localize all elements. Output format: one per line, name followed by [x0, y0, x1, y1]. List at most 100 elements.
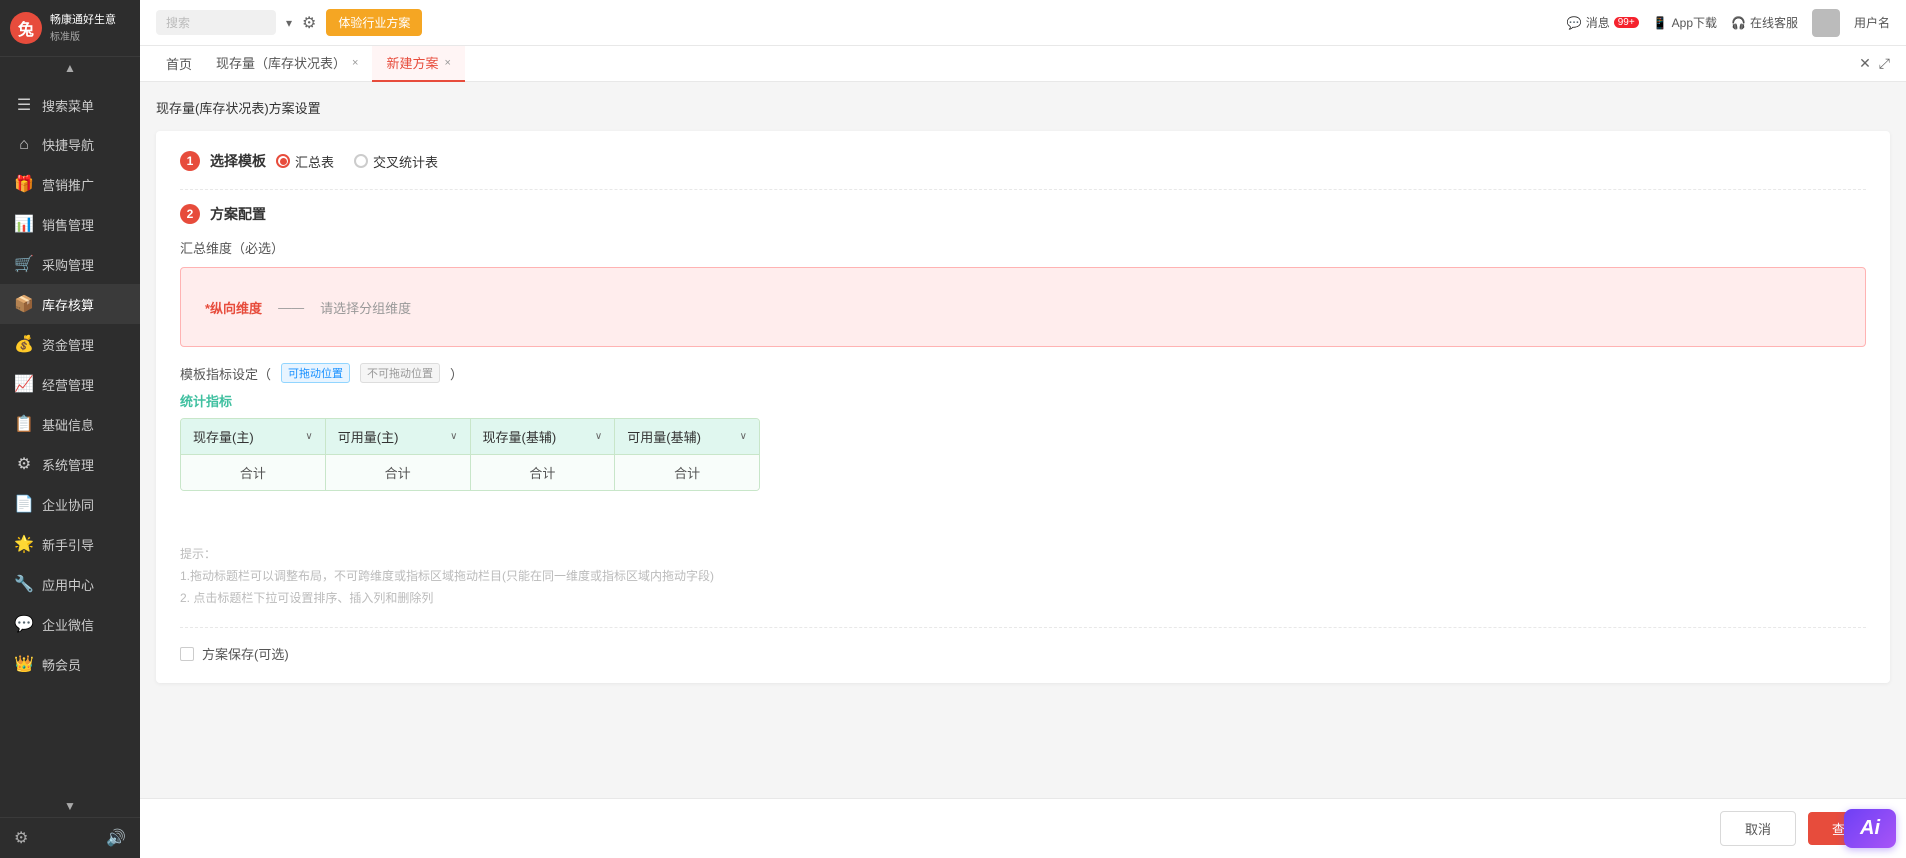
sidebar-item-wechat[interactable]: 💬 企业微信 [0, 604, 140, 644]
dropdown-arrow-icon: ▾ [286, 16, 292, 30]
stat-cell-0: 合计 [181, 455, 326, 490]
scroll-up-btn[interactable]: ▲ [0, 57, 140, 79]
crown-icon: 👑 [14, 654, 34, 674]
stat-col-1[interactable]: 可用量(主) ∨ [326, 419, 471, 454]
main-area: 搜索 ▾ ⚙ 体验行业方案 💬 消息 99+ 📱 App下载 🎧 在线客服 用户… [140, 0, 1906, 858]
dimension-row: *纵向维度 —— 请选择分组维度 [205, 298, 411, 317]
dimension-area[interactable]: *纵向维度 —— 请选择分组维度 [180, 267, 1866, 347]
online-service-btn[interactable]: 🎧 在线客服 [1731, 14, 1798, 31]
cancel-button[interactable]: 取消 [1720, 811, 1796, 846]
stat-col-2[interactable]: 现存量(基辅) ∨ [471, 419, 616, 454]
star-icon: 🌟 [14, 534, 34, 554]
scroll-down-btn[interactable]: ▼ [0, 795, 140, 817]
dimension-placeholder: 请选择分组维度 [320, 298, 411, 317]
box-icon: 📦 [14, 294, 34, 314]
step1-section: 1 选择模板 汇总表 交叉统计表 [180, 151, 1866, 171]
sidebar-item-new-guide[interactable]: 🌟 新手引导 [0, 524, 140, 564]
sidebar-item-inventory[interactable]: 📦 库存核算 [0, 284, 140, 324]
sidebar-item-label: 畅会员 [42, 655, 81, 674]
sidebar-item-label: 库存核算 [42, 295, 94, 314]
stat-table: 现存量(主) ∨ 可用量(主) ∨ 现存量(基辅) ∨ [180, 418, 760, 491]
settings-card: 1 选择模板 汇总表 交叉统计表 [156, 131, 1890, 683]
stat-section-title: 统计指标 [180, 391, 1866, 410]
logo-icon: 兔 [10, 12, 42, 44]
tabs-bar: 首页 现存量（库存状况表） × 新建方案 × ✕ ⤢ [140, 46, 1906, 82]
gear-icon: ⚙ [14, 454, 34, 474]
sidebar-item-system[interactable]: ⚙ 系统管理 [0, 444, 140, 484]
tips-title: 提示： [180, 545, 1866, 562]
app-download-btn[interactable]: 📱 App下载 [1653, 14, 1717, 31]
sidebar-item-nav[interactable]: ⌂ 快捷导航 [0, 125, 140, 164]
tab-home[interactable]: 首页 [156, 46, 202, 82]
tips-item-0: 1.拖动标题栏可以调整布局，不可跨维度或指标区域拖动栏目(只能在同一维度或指标区… [180, 566, 1866, 588]
stat-col-0[interactable]: 现存量(主) ∨ [181, 419, 326, 454]
footer: 取消 查询 [140, 798, 1906, 858]
tab-new-scheme-close[interactable]: × [444, 57, 450, 69]
topbar-settings-icon[interactable]: ⚙ [302, 13, 316, 33]
username-label[interactable]: 用户名 [1854, 14, 1890, 31]
stat-cell-3: 合计 [615, 455, 759, 490]
sidebar-item-apps[interactable]: 🔧 应用中心 [0, 564, 140, 604]
radio-summary-label: 汇总表 [295, 152, 334, 171]
chart-icon: 📊 [14, 214, 34, 234]
stat-cell-1: 合计 [326, 455, 471, 490]
tabs-right: ✕ ⤢ [1859, 55, 1890, 72]
radio-cross[interactable]: 交叉统计表 [354, 152, 438, 171]
message-btn[interactable]: 💬 消息 99+ [1567, 14, 1639, 31]
radio-summary-dot [280, 158, 287, 165]
sidebar-item-label: 企业协同 [42, 495, 94, 514]
sidebar-item-management[interactable]: 📈 经营管理 [0, 364, 140, 404]
col3-chevron-icon: ∨ [740, 431, 747, 442]
tab-new-scheme[interactable]: 新建方案 × [372, 46, 464, 82]
stat-col-1-label: 可用量(主) [338, 427, 399, 446]
industry-btn[interactable]: 体验行业方案 [326, 9, 422, 36]
sidebar-item-purchase[interactable]: 🛒 采购管理 [0, 244, 140, 284]
col1-chevron-icon: ∨ [450, 431, 457, 442]
step1-title: 选择模板 [210, 151, 266, 171]
settings-icon[interactable]: ⚙ [14, 828, 28, 848]
sidebar-item-member[interactable]: 👑 畅会员 [0, 644, 140, 684]
save-checkbox[interactable] [180, 647, 194, 661]
step2-badge: 2 [180, 204, 200, 224]
sidebar-item-label: 系统管理 [42, 455, 94, 474]
sidebar-item-label: 资金管理 [42, 335, 94, 354]
stat-col-2-label: 现存量(基辅) [483, 427, 557, 446]
tips-item-1: 2. 点击标题栏下拉可设置排序、插入列和删除列 [180, 588, 1866, 610]
step2-header: 2 方案配置 [180, 204, 1866, 224]
ai-button[interactable]: Ai [1844, 809, 1896, 848]
sidebar-item-basic[interactable]: 📋 基础信息 [0, 404, 140, 444]
radio-summary[interactable]: 汇总表 [276, 152, 334, 171]
service-label: 在线客服 [1750, 14, 1798, 31]
step1-header: 1 选择模板 汇总表 交叉统计表 [180, 151, 1866, 171]
topbar: 搜索 ▾ ⚙ 体验行业方案 💬 消息 99+ 📱 App下载 🎧 在线客服 用户… [140, 0, 1906, 46]
indicator-close-text: ） [450, 364, 463, 383]
chat-icon: 💬 [14, 614, 34, 634]
sidebar: 兔 畅康通好生意 标准版 ▲ ☰ 搜索菜单 ⌂ 快捷导航 🎁 营销推广 📊 销售… [0, 0, 140, 858]
sidebar-item-label: 经营管理 [42, 375, 94, 394]
tab-inventory[interactable]: 现存量（库存状况表） × [202, 46, 372, 82]
user-avatar[interactable] [1812, 9, 1840, 37]
draggable-badge: 可拖动位置 [281, 363, 350, 383]
topbar-left: 搜索 ▾ ⚙ 体验行业方案 [156, 9, 422, 36]
sidebar-item-search[interactable]: ☰ 搜索菜单 [0, 85, 140, 125]
sidebar-item-corp[interactable]: 📄 企业协同 [0, 484, 140, 524]
radio-cross-circle [354, 154, 368, 168]
message-label: 消息 [1586, 14, 1610, 31]
stat-col-3[interactable]: 可用量(基辅) ∨ [615, 419, 759, 454]
message-icon: 💬 [1567, 16, 1582, 30]
sidebar-item-label: 企业微信 [42, 615, 94, 634]
sidebar-item-marketing[interactable]: 🎁 营销推广 [0, 164, 140, 204]
volume-icon[interactable]: 🔊 [106, 828, 126, 848]
tab-inventory-close[interactable]: × [352, 57, 358, 69]
search-menu-icon: ☰ [14, 95, 34, 115]
template-radio-group: 汇总表 交叉统计表 [276, 152, 438, 171]
tips-item-1-text: 2. 点击标题栏下拉可设置排序、插入列和删除列 [180, 591, 433, 605]
tab-inventory-label: 现存量（库存状况表） [216, 53, 346, 72]
sidebar-item-finance[interactable]: 💰 资金管理 [0, 324, 140, 364]
topbar-dropdown[interactable]: ▾ [286, 16, 292, 30]
expand-window-btn[interactable]: ⤢ [1879, 55, 1890, 72]
minimize-window-btn[interactable]: ✕ [1859, 55, 1871, 72]
stat-col-3-label: 可用量(基辅) [627, 427, 701, 446]
sidebar-item-sales[interactable]: 📊 销售管理 [0, 204, 140, 244]
sidebar-item-label: 采购管理 [42, 255, 94, 274]
